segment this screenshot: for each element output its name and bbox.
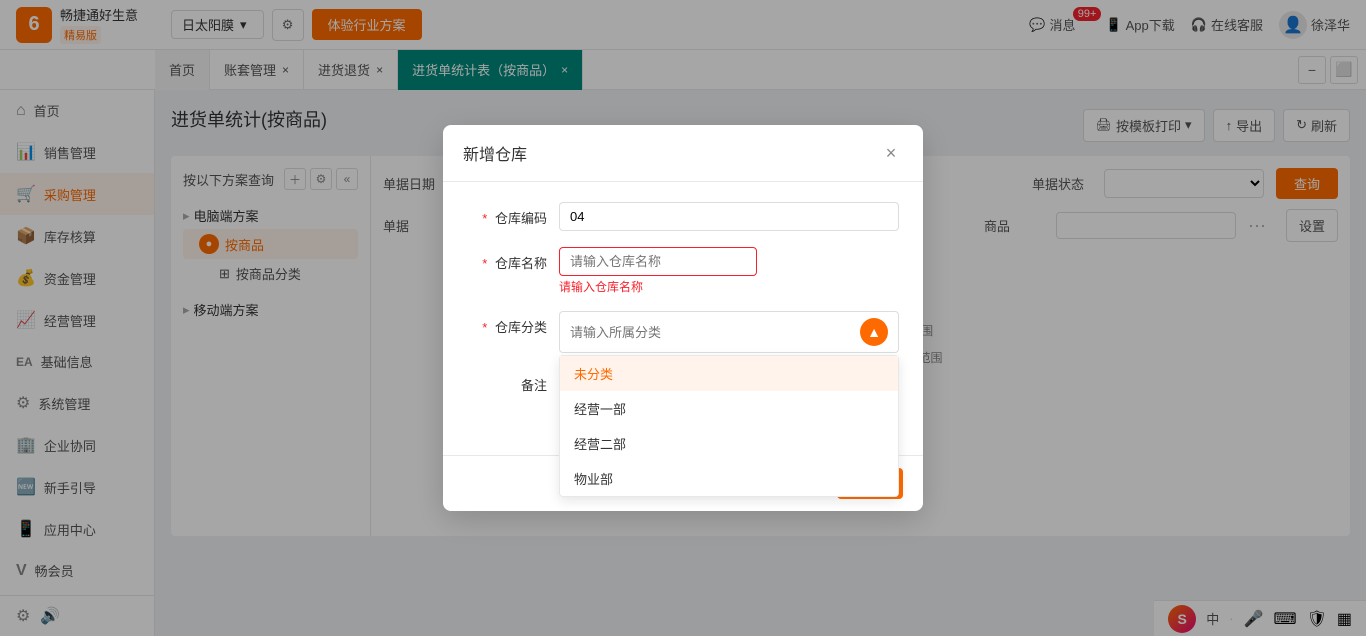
note-label: 备注 (467, 369, 547, 394)
code-input[interactable] (559, 202, 899, 231)
required-star: * (482, 211, 487, 226)
dropdown-item-2[interactable]: 经营二部 (560, 426, 898, 461)
form-row-category: * 仓库分类 ▲ 未分类 经营一部 经营二部 物业部 (467, 311, 899, 353)
form-row-code: * 仓库编码 (467, 202, 899, 231)
modal-title: 新增仓库 (463, 141, 527, 165)
dropdown-item-3[interactable]: 物业部 (560, 461, 898, 496)
modal-body: * 仓库编码 * 仓库名称 请输入仓库名称 (443, 182, 923, 455)
modal-overlay: 新增仓库 × * 仓库编码 * 仓库名称 (0, 0, 1366, 636)
form-row-name: * 仓库名称 请输入仓库名称 (467, 247, 899, 295)
category-input[interactable] (570, 325, 860, 340)
dropdown-arrow-icon: ▲ (860, 318, 888, 346)
name-label: * 仓库名称 (467, 247, 547, 272)
modal-close-button[interactable]: × (879, 141, 903, 165)
modal-header: 新增仓库 × (443, 125, 923, 182)
category-label: * 仓库分类 (467, 311, 547, 336)
category-field-wrap: ▲ 未分类 经营一部 经营二部 物业部 (559, 311, 899, 353)
category-dropdown-menu: 未分类 经营一部 经营二部 物业部 (559, 355, 899, 497)
dropdown-item-0[interactable]: 未分类 (560, 356, 898, 391)
new-warehouse-modal: 新增仓库 × * 仓库编码 * 仓库名称 (443, 125, 923, 511)
name-input[interactable] (559, 247, 757, 276)
name-field-wrap: 请输入仓库名称 (559, 247, 899, 295)
dropdown-item-1[interactable]: 经营一部 (560, 391, 898, 426)
category-dropdown[interactable]: ▲ (559, 311, 899, 353)
name-error-message: 请输入仓库名称 (559, 278, 899, 295)
code-label: * 仓库编码 (467, 202, 547, 227)
